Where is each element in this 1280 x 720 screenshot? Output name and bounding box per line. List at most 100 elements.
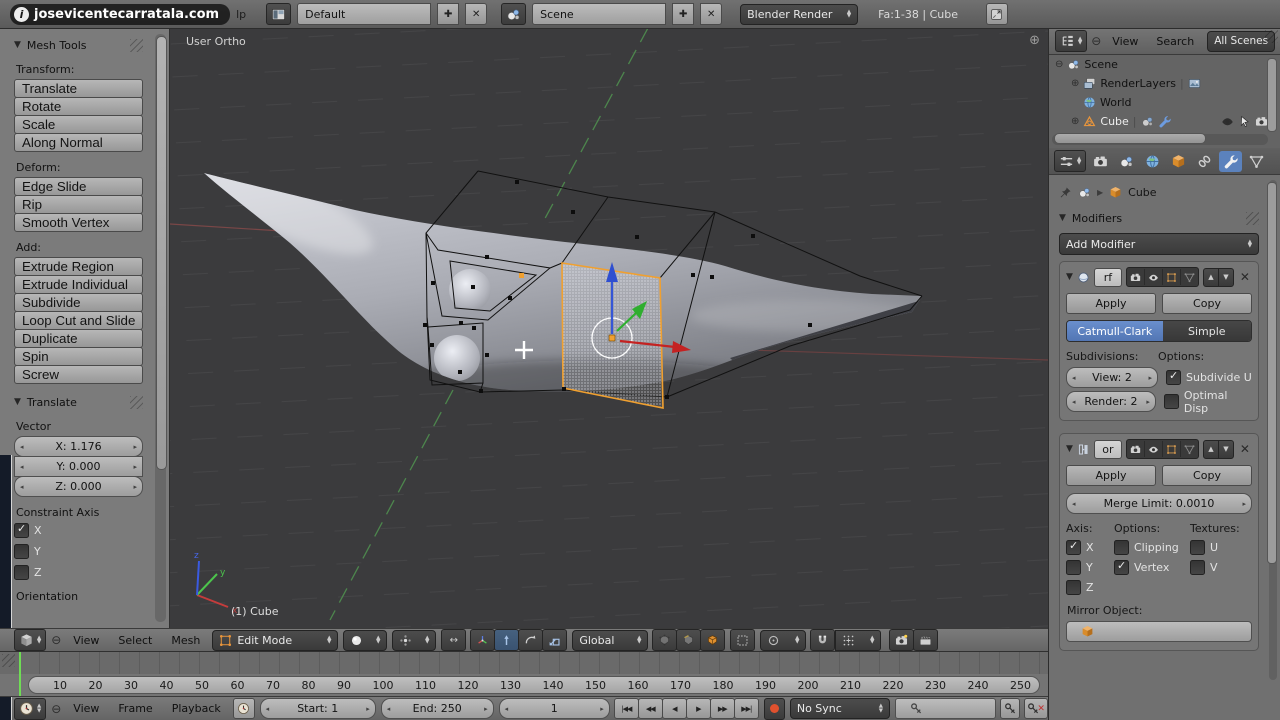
tool-button[interactable]: Subdivide — [14, 293, 143, 312]
collapse-triangle-icon[interactable]: ▼ — [14, 40, 21, 50]
layout-name-field[interactable]: Default — [297, 3, 432, 25]
catmull-clark-option[interactable]: Catmull-Clark — [1067, 321, 1163, 341]
outliner-hscroll-thumb[interactable] — [1054, 133, 1206, 144]
timeline-ruler[interactable] — [0, 652, 1048, 675]
outliner-vscroll-thumb[interactable] — [1267, 58, 1277, 132]
menu-select[interactable]: Select — [111, 634, 159, 647]
constraint-x-checkbox[interactable] — [14, 522, 29, 538]
outliner-item-renderlayers[interactable]: ⊕ RenderLayers | — [1049, 74, 1280, 93]
menu-view[interactable]: View — [66, 634, 106, 647]
selectability-cursor-icon[interactable] — [1238, 115, 1251, 128]
snap-toggle[interactable] — [810, 629, 836, 651]
mode-select[interactable]: Edit Mode ▲ ▼ — [212, 629, 339, 651]
render-opengl-anim-button[interactable] — [913, 629, 939, 651]
collapse-menus-icon[interactable]: ⊖ — [51, 702, 61, 716]
playback-button[interactable]: |◀◀ — [613, 698, 639, 719]
render-result-icon[interactable] — [1188, 77, 1201, 90]
outliner-item-world[interactable]: World — [1049, 93, 1280, 112]
render-toggle-icon[interactable] — [1127, 269, 1145, 285]
viewport-3d[interactable]: x y z User Ortho (1) Cube ⊕ — [170, 28, 1048, 628]
occlude-geometry-toggle[interactable] — [730, 629, 756, 651]
editor-type-button[interactable]: ▲ ▼ — [14, 697, 47, 720]
playback-button[interactable]: ▶▶| — [733, 698, 759, 719]
insert-keyframe-button[interactable] — [1000, 698, 1021, 719]
layout-browser-button[interactable] — [266, 3, 292, 25]
panel-drag-grip[interactable] — [1246, 211, 1259, 225]
collapse-triangle-icon[interactable]: ▼ — [14, 397, 21, 407]
pivot-point-select[interactable]: ▲ ▼ — [392, 629, 437, 651]
menu-view[interactable]: View — [66, 702, 106, 715]
mirror-object-field[interactable] — [1066, 621, 1252, 642]
mirror-x-checkbox[interactable] — [1066, 539, 1081, 555]
playback-button[interactable]: ▶▶ — [709, 698, 735, 719]
tab-object[interactable] — [1167, 151, 1190, 172]
vector-z-field[interactable]: ◂ Z: 0.000 ▸ — [14, 476, 143, 497]
vector-y-field[interactable]: ◂ Y: 0.000 ▸ — [14, 456, 143, 477]
view-subdivisions-field[interactable]: ◂ View: 2 ▸ — [1066, 367, 1158, 388]
constraint-y-checkbox[interactable] — [14, 544, 29, 559]
tool-button[interactable]: Duplicate — [14, 329, 143, 348]
editor-type-button[interactable]: ▲ ▼ — [14, 629, 47, 651]
collapse-triangle-icon[interactable]: ▼ — [1066, 444, 1073, 454]
editmode-toggle-icon[interactable] — [1163, 269, 1181, 285]
manipulator-translate-toggle[interactable] — [494, 629, 520, 651]
tool-button[interactable]: Along Normal — [14, 133, 143, 152]
tool-button[interactable]: Scale — [14, 115, 143, 134]
tool-button[interactable]: Edge Slide — [14, 177, 143, 196]
edge-select-mode-button[interactable] — [676, 629, 702, 651]
tab-scene[interactable] — [1115, 151, 1138, 172]
editmode-toggle-icon[interactable] — [1163, 441, 1181, 457]
move-up-button[interactable]: ▲ — [1202, 439, 1219, 459]
copy-button[interactable]: Copy — [1162, 465, 1252, 486]
tab-constraints[interactable] — [1193, 151, 1216, 172]
expand-icon[interactable]: ⊕ — [1071, 116, 1079, 127]
tool-button[interactable]: Loop Cut and Slide — [14, 311, 143, 330]
panel-drag-grip[interactable] — [130, 395, 143, 409]
add-scene-button[interactable]: ✚ — [672, 3, 695, 25]
manipulator-toggle[interactable] — [470, 629, 496, 651]
region-corner-grip[interactable] — [2, 654, 15, 667]
menu-help-clipped[interactable]: lp — [236, 8, 246, 21]
delete-modifier-icon[interactable]: ✕ — [1240, 270, 1250, 284]
snap-element-select[interactable]: ▲ ▼ — [835, 629, 882, 651]
copy-button[interactable]: Copy — [1162, 293, 1252, 314]
delete-modifier-icon[interactable]: ✕ — [1240, 442, 1250, 456]
add-modifier-select[interactable]: Add Modifier ▲ ▼ — [1059, 233, 1259, 255]
collapse-icon[interactable]: ⊖ — [1055, 59, 1063, 70]
vector-x-field[interactable]: ◂ X: 1.176 ▸ — [14, 436, 143, 457]
delete-layout-button[interactable]: ✕ — [465, 3, 488, 25]
editor-type-button[interactable]: ▲ ▼ — [1055, 30, 1088, 52]
move-down-button[interactable]: ▼ — [1217, 439, 1234, 459]
manipulator-rotate-toggle[interactable] — [518, 629, 544, 651]
properties-scroll-thumb[interactable] — [1267, 182, 1277, 564]
tab-modifiers[interactable] — [1219, 150, 1243, 172]
tool-button[interactable]: Extrude Individual — [14, 275, 143, 294]
mirror-y-checkbox[interactable] — [1066, 560, 1081, 575]
constraint-z-checkbox[interactable] — [14, 565, 29, 580]
playback-button[interactable]: ◀◀ — [637, 698, 663, 719]
vertex-groups-checkbox[interactable] — [1114, 559, 1129, 575]
menu-mesh[interactable]: Mesh — [164, 634, 207, 647]
subdivide-uv-checkbox[interactable] — [1166, 369, 1181, 385]
apply-button[interactable]: Apply — [1066, 465, 1156, 486]
viewport-toggle-icon[interactable] — [1145, 441, 1163, 457]
menu-playback[interactable]: Playback — [165, 702, 228, 715]
texture-v-checkbox[interactable] — [1190, 560, 1205, 575]
pin-icon[interactable] — [1059, 186, 1072, 199]
pivot-align-toggle[interactable]: ↔ — [441, 629, 467, 651]
move-up-button[interactable]: ▲ — [1202, 267, 1219, 287]
viewport-shading-select[interactable]: ▲ ▼ — [343, 629, 388, 651]
editor-type-button[interactable]: ▲ ▼ — [1054, 150, 1087, 172]
menu-search[interactable]: Search — [1149, 35, 1201, 48]
frame-start-field[interactable]: ◂ Start: 1 ▸ — [259, 698, 376, 719]
translate-panel-header[interactable]: ▼ Translate — [14, 393, 143, 411]
tool-button[interactable]: Spin — [14, 347, 143, 366]
menu-view[interactable]: View — [1105, 35, 1145, 48]
visibility-eye-icon[interactable] — [1221, 115, 1234, 128]
record-button[interactable] — [763, 697, 785, 720]
menu-frame[interactable]: Frame — [111, 702, 159, 715]
panel-drag-grip[interactable] — [130, 38, 143, 52]
region-corner-grip[interactable] — [1265, 30, 1278, 43]
timeline-frame-bar[interactable]: 10 20 30 40 50 60 70 80 90 100 110 120 130 140 150 160 1… — [28, 676, 1040, 694]
collapse-triangle-icon[interactable]: ▼ — [1059, 213, 1066, 223]
